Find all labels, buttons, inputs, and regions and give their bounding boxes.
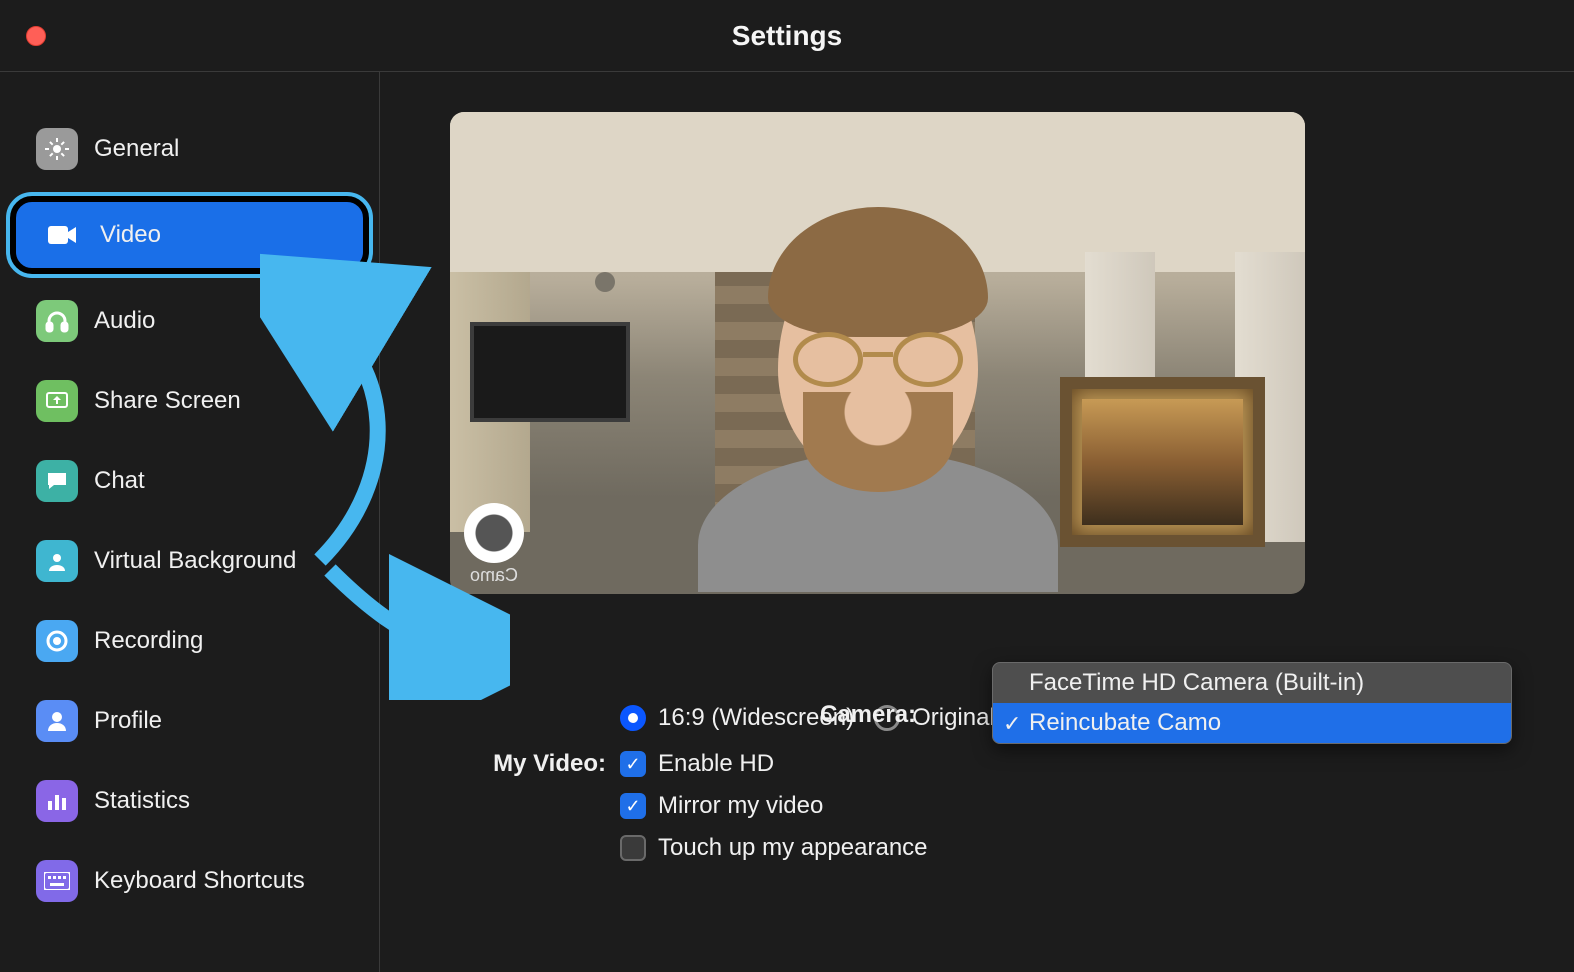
video-camera-icon: [42, 214, 84, 256]
sidebar-item-label: Statistics: [94, 787, 190, 815]
touch-up-appearance-checkbox[interactable]: Touch up my appearance: [620, 834, 928, 862]
sidebar-item-recording[interactable]: Recording: [10, 608, 369, 674]
dropdown-option-label: FaceTime HD Camera (Built-in): [1029, 669, 1364, 696]
my-video-label: My Video:: [450, 750, 606, 778]
checkbox-icon: [620, 835, 646, 861]
dropdown-option-label: Reincubate Camo: [1029, 709, 1221, 736]
sidebar-item-virtual-background[interactable]: Virtual Background: [10, 528, 369, 594]
sidebar-item-audio[interactable]: Audio: [10, 288, 369, 354]
sidebar-item-profile[interactable]: Profile: [10, 688, 369, 754]
checkbox-label: Touch up my appearance: [658, 834, 928, 862]
sidebar-item-label: Audio: [94, 307, 155, 335]
record-icon: [36, 620, 78, 662]
sidebar-item-general[interactable]: General: [10, 116, 369, 182]
camera-select-dropdown[interactable]: FaceTime HD Camera (Built-in) ✓ Reincuba…: [992, 662, 1512, 744]
checkmark-icon: ✓: [1003, 711, 1021, 737]
checkbox-icon: ✓: [620, 793, 646, 819]
sidebar-item-label: Chat: [94, 467, 145, 495]
camera-option-facetime[interactable]: FaceTime HD Camera (Built-in): [993, 663, 1511, 703]
sidebar-item-label: Virtual Background: [94, 547, 296, 575]
checkbox-label: Mirror my video: [658, 792, 823, 820]
statistics-icon: [36, 780, 78, 822]
window-close-button[interactable]: [26, 26, 46, 46]
sidebar-item-statistics[interactable]: Statistics: [10, 768, 369, 834]
camo-watermark: Camo: [464, 503, 524, 586]
radio-icon: [620, 705, 646, 731]
video-settings-panel: Camo Camera: FaceTime HD Camera (Built-i…: [380, 72, 1574, 972]
headphones-icon: [36, 300, 78, 342]
share-screen-icon: [36, 380, 78, 422]
virtual-background-icon: [36, 540, 78, 582]
sidebar-item-video[interactable]: Video: [10, 196, 369, 274]
mirror-video-checkbox[interactable]: ✓ Mirror my video: [620, 792, 823, 820]
camera-label: Camera:: [820, 701, 916, 729]
enable-hd-checkbox[interactable]: ✓ Enable HD: [620, 750, 774, 778]
sidebar-item-label: Video: [100, 221, 161, 249]
sidebar-item-label: Keyboard Shortcuts: [94, 867, 305, 895]
sidebar-item-chat[interactable]: Chat: [10, 448, 369, 514]
sidebar-item-label: Profile: [94, 707, 162, 735]
keyboard-icon: [36, 860, 78, 902]
checkbox-icon: ✓: [620, 751, 646, 777]
sidebar-item-keyboard-shortcuts[interactable]: Keyboard Shortcuts: [10, 848, 369, 914]
video-preview: Camo: [450, 112, 1305, 594]
sidebar-item-label: Share Screen: [94, 387, 241, 415]
settings-sidebar: General Video Audio Share Screen: [0, 72, 380, 972]
profile-icon: [36, 700, 78, 742]
camo-logo-icon: [464, 503, 524, 563]
gear-icon: [36, 128, 78, 170]
aspect-ratio-widescreen-radio[interactable]: 16:9 (Widescreen): [620, 704, 854, 732]
camera-option-reincubate-camo[interactable]: ✓ Reincubate Camo: [993, 703, 1511, 743]
titlebar: Settings: [0, 0, 1574, 72]
sidebar-item-share-screen[interactable]: Share Screen: [10, 368, 369, 434]
checkbox-label: Enable HD: [658, 750, 774, 778]
window-title: Settings: [0, 20, 1574, 52]
sidebar-item-label: Recording: [94, 627, 203, 655]
chat-icon: [36, 460, 78, 502]
sidebar-item-label: General: [94, 135, 179, 163]
